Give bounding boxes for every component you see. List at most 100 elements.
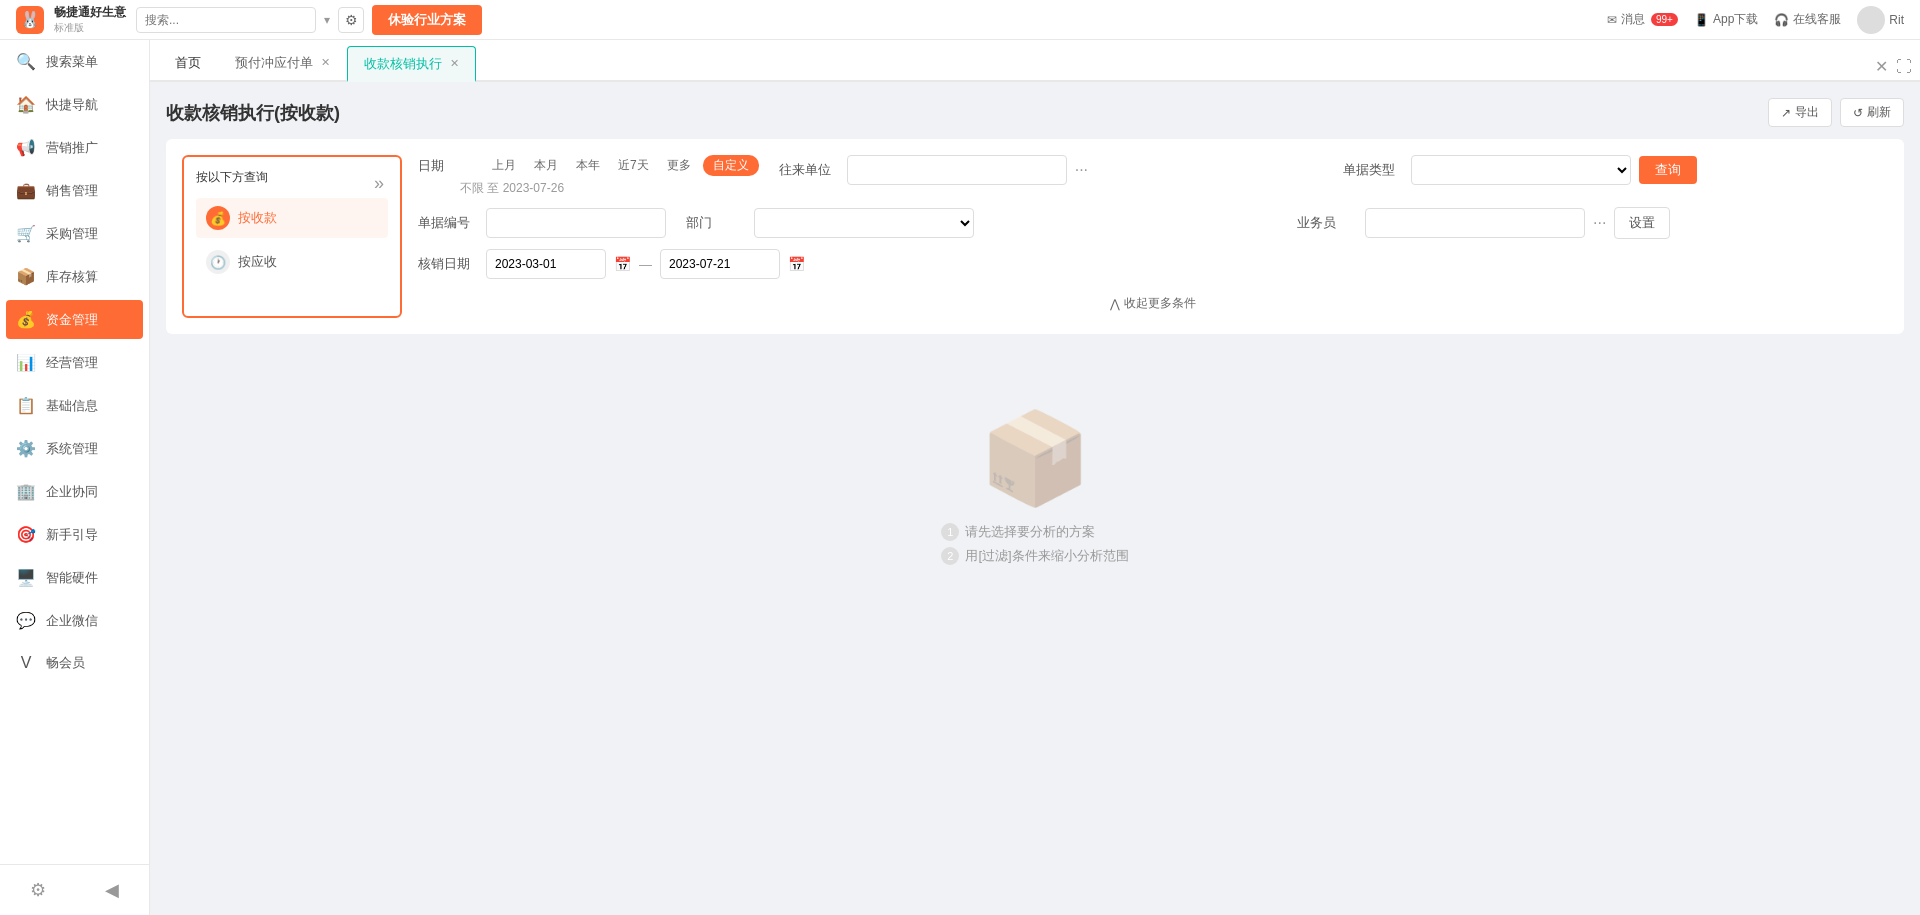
- filter-collapse-icon[interactable]: »: [370, 169, 388, 198]
- sidebar-item-finance[interactable]: 💰 资金管理: [6, 300, 143, 339]
- tab-receivable-label: 收款核销执行: [364, 55, 442, 73]
- shortcut-this-month[interactable]: 本月: [528, 155, 564, 176]
- shortcut-custom[interactable]: 自定义: [703, 155, 759, 176]
- sidebar-item-member[interactable]: V 畅会员: [0, 642, 149, 684]
- tab-receivable-close[interactable]: ✕: [450, 57, 459, 70]
- close-tab-icon[interactable]: ✕: [1875, 57, 1888, 76]
- shortcut-last-month[interactable]: 上月: [486, 155, 522, 176]
- user-name: Rit: [1889, 13, 1904, 27]
- calendar-end-icon[interactable]: 📅: [788, 256, 805, 272]
- verify-date-end-input[interactable]: [660, 249, 780, 279]
- page-title: 收款核销执行(按收款): [166, 101, 340, 125]
- date-shortcuts: 上月 本月 本年 近7天 更多 自定义: [486, 155, 759, 176]
- counterparty-dots-icon[interactable]: ···: [1075, 161, 1088, 179]
- tab-bar-actions: ✕ ⛶: [1875, 57, 1912, 80]
- empty-illustration: 📦: [979, 406, 1091, 511]
- clipboard-icon: 📋: [16, 396, 36, 415]
- department-select[interactable]: [754, 208, 974, 238]
- sidebar-item-guide[interactable]: 🎯 新手引导: [0, 513, 149, 556]
- settings-bottom-icon[interactable]: ⚙: [24, 873, 52, 907]
- collapse-sidebar-icon[interactable]: ◀: [99, 873, 125, 907]
- user-area[interactable]: Rit: [1857, 6, 1904, 34]
- sidebar-item-quick-nav[interactable]: 🏠 快捷导航: [0, 83, 149, 126]
- expand-icon[interactable]: ⛶: [1896, 58, 1912, 76]
- sidebar-item-system[interactable]: ⚙️ 系统管理: [0, 427, 149, 470]
- tab-home-label: 首页: [175, 54, 201, 72]
- user-avatar: [1857, 6, 1885, 34]
- page-header: 收款核销执行(按收款) ↗ 导出 ↺ 刷新: [166, 98, 1904, 127]
- sidebar-item-inventory[interactable]: 📦 库存核算: [0, 255, 149, 298]
- tab-home[interactable]: 首页: [158, 44, 218, 80]
- refresh-button[interactable]: ↺ 刷新: [1840, 98, 1904, 127]
- filter-option-receivable[interactable]: 🕐 按应收: [196, 242, 388, 282]
- receivable-option-label: 按应收: [238, 253, 277, 271]
- counterparty-label: 往来单位: [779, 161, 839, 179]
- sidebar-item-basic-info[interactable]: 📋 基础信息: [0, 384, 149, 427]
- tab-receivable[interactable]: 收款核销执行 ✕: [347, 46, 476, 82]
- setting-button[interactable]: 设置: [1614, 207, 1670, 239]
- message-btn[interactable]: ✉ 消息 99+: [1607, 11, 1678, 28]
- sidebar-item-enterprise[interactable]: 🏢 企业协同: [0, 470, 149, 513]
- money-icon: 💰: [16, 310, 36, 329]
- shortcut-this-year[interactable]: 本年: [570, 155, 606, 176]
- page-actions: ↗ 导出 ↺ 刷新: [1768, 98, 1904, 127]
- step1-num: 1: [941, 523, 959, 541]
- target-icon: 🎯: [16, 525, 36, 544]
- sidebar-item-label: 企业协同: [46, 483, 98, 501]
- step1-label: 请先选择要分析的方案: [965, 523, 1095, 541]
- sidebar-item-label: 快捷导航: [46, 96, 98, 114]
- doc-type-label: 单据类型: [1343, 161, 1403, 179]
- sidebar-item-label: 畅会员: [46, 654, 85, 672]
- collapse-more-btn[interactable]: ⋀ 收起更多条件: [418, 289, 1888, 318]
- sidebar-item-search[interactable]: 🔍 搜索菜单: [0, 40, 149, 83]
- staff-dots-icon[interactable]: ···: [1593, 214, 1606, 232]
- sidebar-item-marketing[interactable]: 📢 营销推广: [0, 126, 149, 169]
- sidebar-item-label: 经营管理: [46, 354, 98, 372]
- staff-input[interactable]: [1365, 208, 1585, 238]
- vip-icon: V: [16, 654, 36, 672]
- sidebar-item-sales[interactable]: 💼 销售管理: [0, 169, 149, 212]
- calendar-start-icon[interactable]: 📅: [614, 256, 631, 272]
- cart-icon: 🛒: [16, 224, 36, 243]
- shortcut-last7days[interactable]: 近7天: [612, 155, 655, 176]
- app-download-label: App下载: [1713, 11, 1758, 28]
- wechat-icon: 💬: [16, 611, 36, 630]
- megaphone-icon: 📢: [16, 138, 36, 157]
- staff-field: 业务员 ··· 设置: [1297, 207, 1888, 239]
- shortcut-more[interactable]: 更多: [661, 155, 697, 176]
- doc-num-input[interactable]: [486, 208, 666, 238]
- export-icon: ↗: [1781, 106, 1791, 120]
- top-bar-right: ✉ 消息 99+ 📱 App下载 🎧 在线客服 Rit: [1607, 6, 1904, 34]
- empty-step2: 2 用[过滤]条件来缩小分析范围: [941, 547, 1128, 565]
- export-button[interactable]: ↗ 导出: [1768, 98, 1832, 127]
- online-service-btn[interactable]: 🎧 在线客服: [1774, 11, 1841, 28]
- sidebar-item-operations[interactable]: 📊 经营管理: [0, 341, 149, 384]
- message-icon: ✉: [1607, 13, 1617, 27]
- filter-option-receipt[interactable]: 💰 按收款: [196, 198, 388, 238]
- app-download-btn[interactable]: 📱 App下载: [1694, 11, 1758, 28]
- tab-prepay[interactable]: 预付冲应付单 ✕: [218, 44, 347, 80]
- sidebar-item-label: 基础信息: [46, 397, 98, 415]
- verify-date-label: 核销日期: [418, 255, 478, 273]
- global-search-input[interactable]: [136, 7, 316, 33]
- query-button[interactable]: 查询: [1639, 156, 1697, 184]
- doc-type-select[interactable]: [1411, 155, 1631, 185]
- date-range-display: 不限 至 2023-07-26: [460, 181, 564, 195]
- department-label: 部门: [686, 214, 746, 232]
- counterparty-input[interactable]: [847, 155, 1067, 185]
- empty-step1: 1 请先选择要分析的方案: [941, 523, 1128, 541]
- empty-text: 1 请先选择要分析的方案 2 用[过滤]条件来缩小分析范围: [941, 523, 1128, 565]
- gear-icon[interactable]: ⚙: [338, 7, 364, 33]
- tab-prepay-close[interactable]: ✕: [321, 56, 330, 69]
- solution-button[interactable]: 休验行业方案: [372, 5, 482, 35]
- sidebar-item-label: 企业微信: [46, 612, 98, 630]
- sidebar-item-purchase[interactable]: 🛒 采购管理: [0, 212, 149, 255]
- brand: 畅捷通好生意 标准版: [54, 4, 126, 35]
- collapse-more-label: 收起更多条件: [1124, 295, 1196, 312]
- sidebar-item-wechat[interactable]: 💬 企业微信: [0, 599, 149, 642]
- sidebar-item-label: 采购管理: [46, 225, 98, 243]
- verify-date-start-input[interactable]: [486, 249, 606, 279]
- system-icon: ⚙️: [16, 439, 36, 458]
- doc-type-field: 单据类型 查询: [1343, 155, 1888, 185]
- sidebar-item-smart-hw[interactable]: 🖥️ 智能硬件: [0, 556, 149, 599]
